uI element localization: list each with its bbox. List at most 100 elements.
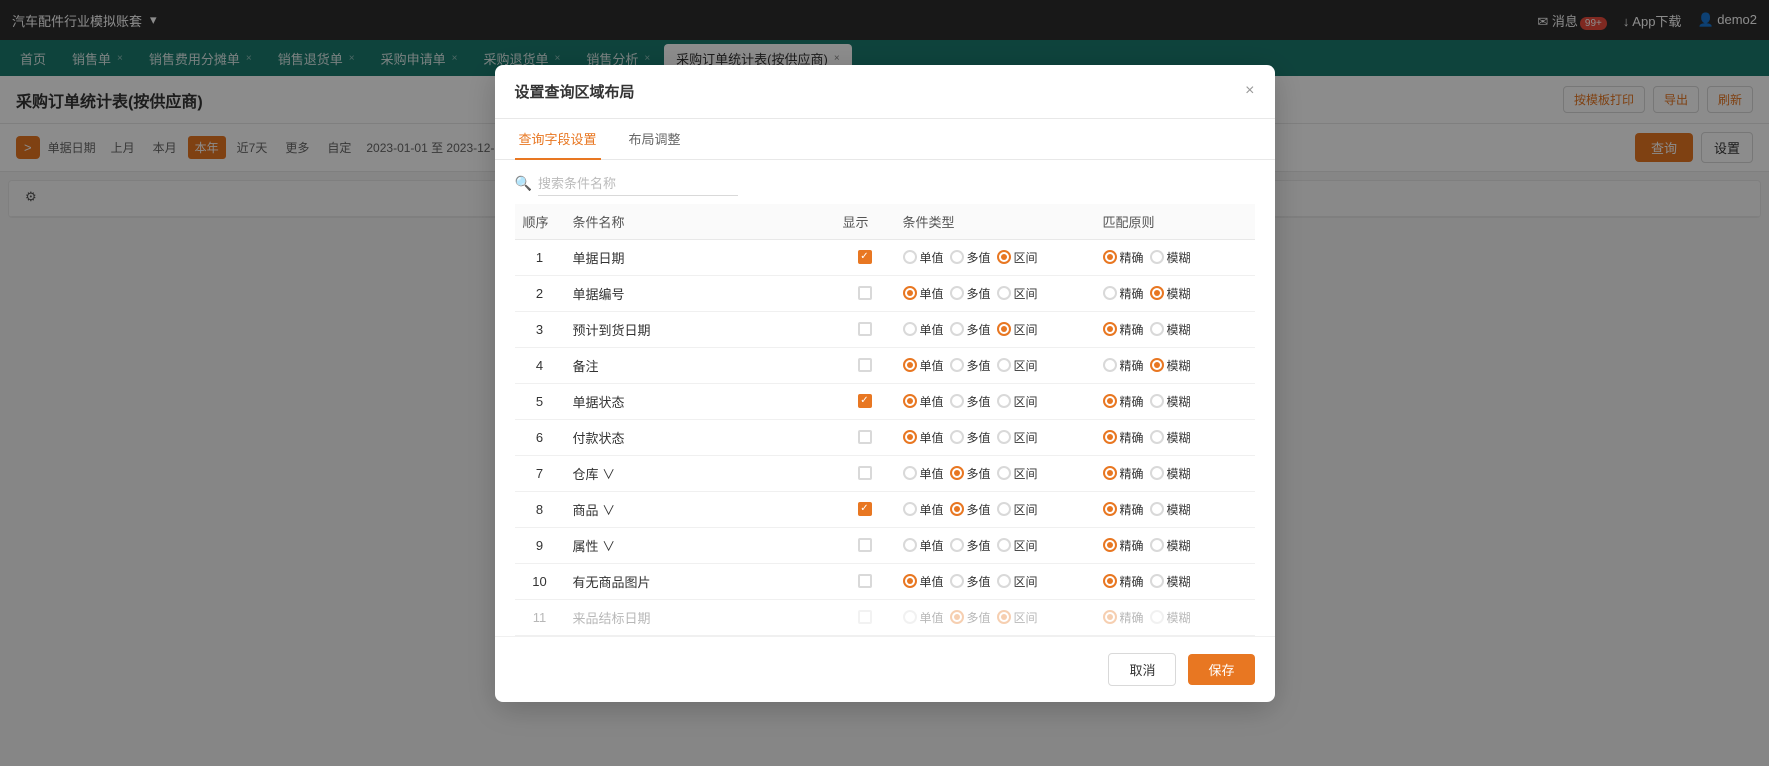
match-radio-item[interactable]: 精确 [1103,249,1144,266]
radio-label: 多值 [967,429,991,446]
type-radio-item[interactable]: 单值 [903,465,944,482]
cell-display[interactable] [835,275,895,311]
display-checkbox[interactable] [858,358,872,372]
cell-display[interactable] [835,491,895,527]
match-radio-item[interactable]: 模糊 [1150,321,1191,338]
cell-type: 单值多值区间 [895,527,1095,563]
save-button[interactable]: 保存 [1188,654,1254,685]
type-radio-item[interactable]: 多值 [950,501,991,518]
radio-label: 模糊 [1167,465,1191,482]
type-radio-item[interactable]: 单值 [903,357,944,374]
type-radio-item[interactable]: 单值 [903,249,944,266]
type-radio-item[interactable]: 多值 [950,465,991,482]
type-radio-item[interactable]: 单值 [903,393,944,410]
match-radio-item[interactable]: 精确 [1103,285,1144,302]
display-checkbox[interactable] [858,250,872,264]
cell-display[interactable] [835,347,895,383]
type-radio-item[interactable]: 单值 [903,321,944,338]
match-radio-item[interactable]: 模糊 [1150,429,1191,446]
radio-label: 区间 [1014,465,1038,482]
type-radio-item[interactable]: 单值 [903,537,944,554]
type-radio-item[interactable]: 单值 [903,501,944,518]
display-checkbox[interactable] [858,394,872,408]
match-radio-item[interactable]: 精确 [1103,465,1144,482]
type-radio-item[interactable]: 多值 [950,285,991,302]
cell-display[interactable] [835,455,895,491]
display-checkbox[interactable] [858,538,872,552]
type-radio-item[interactable]: 多值 [950,573,991,590]
match-radio-item[interactable]: 精确 [1103,321,1144,338]
match-radio-item[interactable]: 模糊 [1150,249,1191,266]
display-checkbox[interactable] [858,322,872,336]
type-radio-item[interactable]: 区间 [997,573,1038,590]
search-input[interactable] [538,172,738,196]
cell-display[interactable] [835,563,895,599]
radio-label: 区间 [1014,285,1038,302]
type-radio-item[interactable]: 区间 [997,429,1038,446]
type-radio-item[interactable]: 单值 [903,573,944,590]
tab-layout-adjust[interactable]: 布局调整 [625,119,685,160]
match-radio-item[interactable]: 模糊 [1150,609,1191,626]
cell-display[interactable] [835,419,895,455]
radio-label: 模糊 [1167,393,1191,410]
match-radio-item[interactable]: 模糊 [1150,393,1191,410]
match-radio-item[interactable]: 精确 [1103,501,1144,518]
type-radio-item[interactable]: 区间 [997,321,1038,338]
type-radio-item[interactable]: 单值 [903,429,944,446]
type-radio-item[interactable]: 区间 [997,501,1038,518]
radio-circle [1103,574,1117,588]
type-radio-item[interactable]: 多值 [950,357,991,374]
display-checkbox[interactable] [858,430,872,444]
tab-query-fields[interactable]: 查询字段设置 [515,119,601,160]
type-radio-item[interactable]: 区间 [997,609,1038,626]
radio-circle [950,574,964,588]
radio-label: 区间 [1014,609,1038,626]
type-radio-item[interactable]: 多值 [950,537,991,554]
match-radio-item[interactable]: 精确 [1103,609,1144,626]
modal-close-button[interactable]: × [1245,83,1254,99]
radio-label: 模糊 [1167,321,1191,338]
match-radio-item[interactable]: 模糊 [1150,285,1191,302]
match-radio-item[interactable]: 精确 [1103,393,1144,410]
display-checkbox[interactable] [858,610,872,624]
cell-display[interactable] [835,383,895,419]
match-radio-item[interactable]: 精确 [1103,357,1144,374]
display-checkbox[interactable] [858,574,872,588]
type-radio-item[interactable]: 区间 [997,465,1038,482]
match-radio-item[interactable]: 模糊 [1150,573,1191,590]
cell-match: 精确模糊 [1095,239,1255,275]
match-radio-item[interactable]: 模糊 [1150,501,1191,518]
match-radio-item[interactable]: 模糊 [1150,537,1191,554]
type-radio-item[interactable]: 区间 [997,357,1038,374]
type-radio-item[interactable]: 单值 [903,285,944,302]
type-radio-item[interactable]: 多值 [950,429,991,446]
display-checkbox[interactable] [858,502,872,516]
radio-circle [1103,538,1117,552]
type-radio-item[interactable]: 区间 [997,537,1038,554]
cancel-button[interactable]: 取消 [1108,653,1176,686]
type-radio-item[interactable]: 多值 [950,609,991,626]
cell-display[interactable] [835,527,895,563]
match-radio-item[interactable]: 精确 [1103,537,1144,554]
type-radio-item[interactable]: 单值 [903,609,944,626]
radio-label: 区间 [1014,429,1038,446]
table-row: 11来品结标日期单值多值区间精确模糊 [515,599,1255,635]
match-radio-item[interactable]: 精确 [1103,429,1144,446]
cell-display[interactable] [835,311,895,347]
radio-label: 区间 [1014,573,1038,590]
type-radio-item[interactable]: 多值 [950,321,991,338]
type-radio-item[interactable]: 区间 [997,285,1038,302]
display-checkbox[interactable] [858,286,872,300]
type-radio-item[interactable]: 多值 [950,249,991,266]
match-radio-item[interactable]: 模糊 [1150,357,1191,374]
cell-display[interactable] [835,599,895,635]
radio-label: 单值 [920,357,944,374]
cell-display[interactable] [835,239,895,275]
type-radio-item[interactable]: 区间 [997,393,1038,410]
display-checkbox[interactable] [858,466,872,480]
match-radio-item[interactable]: 模糊 [1150,465,1191,482]
match-radio-item[interactable]: 精确 [1103,573,1144,590]
radio-circle [903,538,917,552]
type-radio-item[interactable]: 区间 [997,249,1038,266]
type-radio-item[interactable]: 多值 [950,393,991,410]
